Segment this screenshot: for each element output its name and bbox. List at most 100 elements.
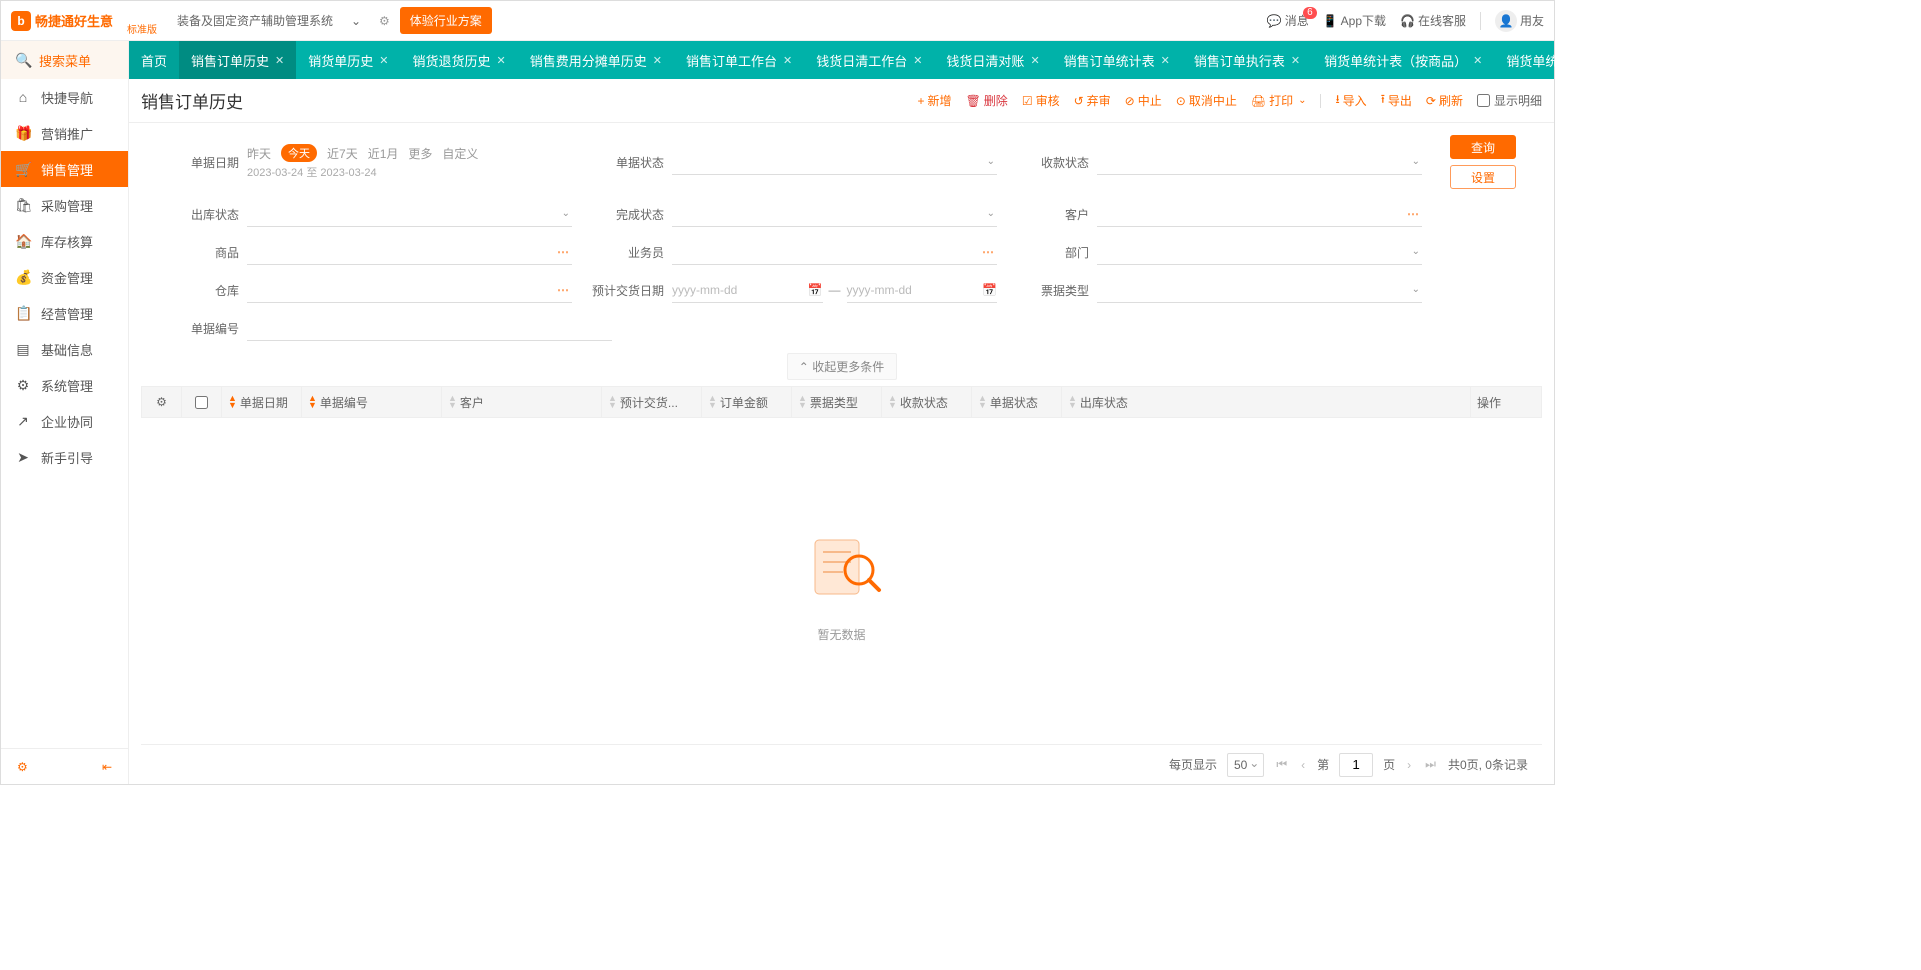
delete-button[interactable]: 🗑删除 [966, 92, 1008, 109]
tab-3[interactable]: 销货退货历史✕ [400, 41, 517, 79]
tab-fullscreen[interactable]: ⛶ [1677, 41, 1703, 79]
tab-9[interactable]: 销售订单执行表✕ [1182, 41, 1312, 79]
close-icon[interactable]: ✕ [497, 54, 506, 67]
column-header-7[interactable]: ▲▼单据状态 [972, 387, 1062, 417]
sidebar-search[interactable]: 🔍 搜索菜单 [1, 41, 128, 79]
audit-button[interactable]: ☑审核 [1022, 92, 1060, 109]
column-header-8[interactable]: ▲▼出库状态 [1062, 387, 1471, 417]
experience-button[interactable]: 体验行业方案 [400, 7, 492, 34]
sidebar-item-7[interactable]: ▤基础信息 [1, 331, 128, 367]
ticket-type-input[interactable]: ⌄ [1097, 277, 1422, 303]
finish-status-input[interactable]: ⌄ [672, 201, 997, 227]
refresh-button[interactable]: ⟳刷新 [1426, 92, 1463, 109]
close-icon[interactable]: ✕ [913, 54, 922, 67]
column-header-6[interactable]: ▲▼收款状态 [882, 387, 972, 417]
doc-status-input[interactable]: ⌄ [672, 149, 997, 175]
import-button[interactable]: ⭳导入 [1335, 90, 1366, 111]
collapse-filters[interactable]: ⌃ 收起更多条件 [787, 353, 897, 380]
close-icon[interactable]: ✕ [275, 54, 284, 67]
sidebar-item-8[interactable]: ⚙系统管理 [1, 367, 128, 403]
column-header-2[interactable]: ▲▼客户 [442, 387, 602, 417]
date-option-2[interactable]: 近7天 [327, 145, 358, 162]
dept-input[interactable]: ⌄ [1097, 239, 1422, 265]
tab-scroll-right[interactable]: › [1625, 41, 1651, 79]
close-icon[interactable]: ✕ [1161, 54, 1170, 67]
doc-no-input[interactable] [247, 315, 612, 341]
goods-input[interactable]: ⋯ [247, 239, 572, 265]
per-page-select[interactable]: 50 [1227, 753, 1264, 777]
tab-6[interactable]: 钱货日清工作台✕ [804, 41, 934, 79]
column-header-3[interactable]: ▲▼预计交货... [602, 387, 702, 417]
query-button[interactable]: 查询 [1450, 135, 1516, 159]
select-all-checkbox[interactable] [182, 387, 222, 417]
unaudit-button[interactable]: ↺弃审 [1074, 92, 1111, 109]
sidebar-item-3[interactable]: 🛍采购管理 [1, 187, 128, 223]
expected-date-from[interactable]: yyyy-mm-dd 📅 [672, 277, 823, 303]
column-header-0[interactable]: ▲▼单据日期 [222, 387, 302, 417]
close-icon[interactable]: ✕ [1577, 54, 1586, 67]
last-page-button[interactable]: ⏭ [1423, 757, 1438, 772]
add-button[interactable]: +新增 [918, 92, 952, 109]
collapse-sidebar-icon[interactable]: ⇤ [102, 760, 112, 774]
tab-8[interactable]: 销售订单统计表✕ [1052, 41, 1182, 79]
sidebar-item-6[interactable]: 📋经营管理 [1, 295, 128, 331]
tab-2[interactable]: 销货单历史✕ [296, 41, 400, 79]
tab-1[interactable]: 销售订单历史✕ [179, 41, 296, 79]
print-button[interactable]: 🖨打印⌄ [1251, 92, 1307, 109]
table-settings-button[interactable]: ⚙ [142, 387, 182, 417]
unstop-button[interactable]: ⊙取消中止 [1176, 92, 1237, 109]
sidebar-item-9[interactable]: ↗企业协同 [1, 403, 128, 439]
settings-button[interactable]: 设置 [1450, 165, 1516, 189]
app-download-button[interactable]: 📱 App下载 [1323, 12, 1386, 29]
date-option-1[interactable]: 今天 [281, 144, 317, 162]
tab-scroll-left[interactable]: ‹ [1599, 41, 1625, 79]
gear-icon[interactable]: ⚙ [379, 14, 390, 28]
sidebar-item-4[interactable]: 🏠库存核算 [1, 223, 128, 259]
stop-button[interactable]: ⊘中止 [1125, 92, 1162, 109]
sidebar-item-0[interactable]: ⌂快捷导航 [1, 79, 128, 115]
receipt-status-input[interactable]: ⌄ [1097, 149, 1422, 175]
tab-4[interactable]: 销售费用分摊单历史✕ [518, 41, 674, 79]
tab-11[interactable]: 销货单统计✕ [1494, 41, 1598, 79]
page-input[interactable] [1339, 753, 1373, 777]
user-menu[interactable]: 👤 用友 [1495, 10, 1544, 32]
select-all-input[interactable] [195, 396, 208, 409]
warehouse-input[interactable]: ⋯ [247, 277, 572, 303]
sidebar-item-1[interactable]: 🎁营销推广 [1, 115, 128, 151]
tab-7[interactable]: 钱货日清对账✕ [934, 41, 1051, 79]
close-icon[interactable]: ✕ [1030, 54, 1039, 67]
tab-close-all[interactable]: ✕ [1651, 41, 1677, 79]
close-icon[interactable]: ✕ [1291, 54, 1300, 67]
sidebar-item-2[interactable]: 🛒销售管理 [1, 151, 128, 187]
settings-icon[interactable]: ⚙ [17, 760, 28, 774]
close-icon[interactable]: ✕ [1473, 54, 1482, 67]
date-option-0[interactable]: 昨天 [247, 145, 271, 162]
next-page-button[interactable]: › [1405, 758, 1413, 772]
show-detail-checkbox[interactable] [1477, 94, 1490, 107]
tab-0[interactable]: 首页 [129, 41, 179, 79]
tab-5[interactable]: 销售订单工作台✕ [674, 41, 804, 79]
salesman-input[interactable]: ⋯ [672, 239, 997, 265]
date-option-3[interactable]: 近1月 [368, 145, 399, 162]
column-header-1[interactable]: ▲▼单据编号 [302, 387, 442, 417]
system-selector[interactable]: 装备及固定资产辅助管理系统 ⌄ [169, 8, 369, 34]
close-icon[interactable]: ✕ [653, 54, 662, 67]
online-service-button[interactable]: 🎧 在线客服 [1400, 12, 1466, 29]
export-button[interactable]: ⭱导出 [1381, 90, 1412, 111]
sidebar-item-10[interactable]: ➤新手引导 [1, 439, 128, 475]
tab-10[interactable]: 销货单统计表（按商品）✕ [1312, 41, 1494, 79]
column-header-4[interactable]: ▲▼订单金额 [702, 387, 792, 417]
sidebar-item-5[interactable]: 💰资金管理 [1, 259, 128, 295]
expected-date-to[interactable]: yyyy-mm-dd 📅 [847, 277, 998, 303]
date-option-4[interactable]: 更多 [408, 145, 432, 162]
close-icon[interactable]: ✕ [783, 54, 792, 67]
first-page-button[interactable]: ⏮ [1274, 757, 1289, 772]
out-status-input[interactable]: ⌄ [247, 201, 572, 227]
close-icon[interactable]: ✕ [379, 54, 388, 67]
customer-input[interactable]: ⋯ [1097, 201, 1422, 227]
prev-page-button[interactable]: ‹ [1299, 758, 1307, 772]
column-header-5[interactable]: ▲▼票据类型 [792, 387, 882, 417]
date-option-5[interactable]: 自定义 [442, 145, 478, 162]
messages-button[interactable]: 💬 消息 6 [1267, 12, 1309, 29]
show-detail-toggle[interactable]: 显示明细 [1477, 92, 1542, 109]
